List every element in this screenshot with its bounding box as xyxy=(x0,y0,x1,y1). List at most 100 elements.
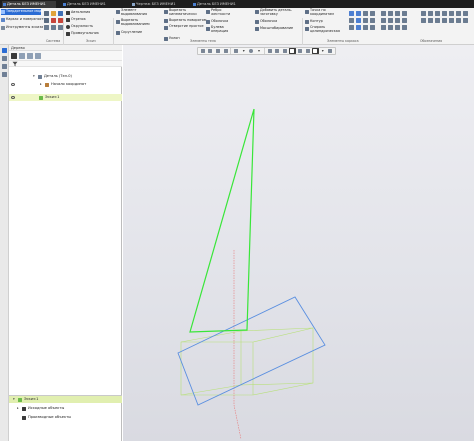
tool-icon[interactable] xyxy=(462,10,468,16)
tool-icon[interactable] xyxy=(420,10,426,16)
3d-viewport[interactable]: ▾ ▾ ▾ xyxy=(123,45,474,441)
surfaces-button[interactable]: Каркас и поверхности xyxy=(1,17,46,22)
tool-icon[interactable] xyxy=(441,10,447,16)
library-icon[interactable] xyxy=(2,72,7,77)
document-tab-3[interactable]: Чертеж БЕЗ ИМЕНИ1 xyxy=(131,1,186,8)
expand-arrow-icon[interactable]: ▾ xyxy=(13,396,15,403)
source-objects-item[interactable]: ▸ Исходные объекты xyxy=(9,405,122,412)
curve-icon[interactable] xyxy=(369,10,375,16)
cut-sweep-button[interactable]: Вырезать кинематически xyxy=(164,8,204,17)
polyline-icon[interactable] xyxy=(369,17,375,23)
rib-button[interactable]: Ребро жесткости xyxy=(206,8,240,17)
tool-icon[interactable] xyxy=(420,17,426,23)
point-icon[interactable] xyxy=(348,17,354,23)
rectangle-button[interactable]: Прямоугольник xyxy=(66,31,99,36)
expand-arrow-icon[interactable]: ▾ xyxy=(33,73,35,80)
tool-icon[interactable] xyxy=(427,10,433,16)
eye-icon[interactable] xyxy=(11,83,15,86)
shell-2-button[interactable]: Оболочка xyxy=(255,19,277,24)
layers-icon[interactable] xyxy=(2,56,7,61)
line-icon[interactable] xyxy=(362,10,368,16)
save-icon[interactable] xyxy=(57,10,63,16)
arc-icon[interactable] xyxy=(348,24,354,30)
contour-button[interactable]: Контур xyxy=(305,19,323,24)
derived-objects-item[interactable]: Производные объекты xyxy=(9,414,122,421)
print-icon[interactable] xyxy=(43,17,49,23)
tool-icon[interactable] xyxy=(448,17,454,23)
selected-object-header[interactable]: ▾ Эскиз:1 xyxy=(9,396,122,403)
eye-icon[interactable] xyxy=(11,96,15,99)
shell-button[interactable]: Оболочка xyxy=(206,19,228,24)
tool-icon[interactable] xyxy=(441,17,447,23)
extrude-button[interactable]: Элемент выдавливания xyxy=(116,8,160,17)
center-mark-icon[interactable] xyxy=(401,24,407,30)
dimension-icon[interactable] xyxy=(380,10,386,16)
tool-icon[interactable] xyxy=(448,10,454,16)
cut-revolve-button[interactable]: Вырезать поворотом xyxy=(164,18,206,23)
filter-icon[interactable] xyxy=(12,61,18,67)
thread-icon[interactable] xyxy=(387,24,393,30)
paste-icon[interactable] xyxy=(57,24,63,30)
tree-item-origin[interactable]: ▸ Начало координат xyxy=(9,81,122,88)
cut-icon[interactable] xyxy=(43,24,49,30)
plane-xy xyxy=(177,296,326,406)
text-icon[interactable] xyxy=(380,24,386,30)
cut-extrude-button[interactable]: Вырезать выдавливанием xyxy=(116,18,160,27)
plane-icon[interactable] xyxy=(355,10,361,16)
drawing-doc-icon xyxy=(132,3,135,6)
display-icon[interactable] xyxy=(35,53,41,59)
add-blank-button[interactable]: Добавить деталь-заготовку xyxy=(255,8,299,17)
intersection-icon[interactable] xyxy=(369,24,375,30)
cs-icon[interactable] xyxy=(355,17,361,23)
document-tab-1[interactable]: Деталь БЕЗ ИМЕНИ1 xyxy=(2,1,56,8)
draft-button[interactable]: Уклон xyxy=(164,36,180,41)
properties-icon[interactable] xyxy=(2,64,7,69)
fillet-button[interactable]: Скругление xyxy=(116,30,142,35)
base-icon[interactable] xyxy=(394,17,400,23)
autoline-button[interactable]: Автолиния xyxy=(66,10,90,15)
spline-icon[interactable] xyxy=(362,17,368,23)
tree-view-icon[interactable] xyxy=(11,53,17,59)
collapse-arrow-icon[interactable]: ▸ xyxy=(40,81,42,88)
projection-icon[interactable] xyxy=(362,24,368,30)
tool-icon[interactable] xyxy=(455,10,461,16)
new-doc-icon[interactable] xyxy=(43,10,49,16)
tool-icon[interactable] xyxy=(462,17,468,23)
document-tab-4[interactable]: Деталь БЕЗ ИМЕНИ1 xyxy=(192,1,247,8)
angle-dim-icon[interactable] xyxy=(387,10,393,16)
diameter-dim-icon[interactable] xyxy=(401,10,407,16)
sketch-tools-button[interactable]: Инструменты эскиза xyxy=(1,25,43,30)
tree-panel-icon[interactable] xyxy=(2,48,7,53)
structure-icon[interactable] xyxy=(19,53,25,59)
offset-plane-icon[interactable] xyxy=(355,24,361,30)
segment-button[interactable]: Отрезок xyxy=(66,17,86,22)
boolean-button[interactable]: Булева операция xyxy=(206,25,240,34)
history-icon[interactable] xyxy=(27,53,33,59)
tool-icon[interactable] xyxy=(434,17,440,23)
point-by-coords-button[interactable]: Точка по координатам xyxy=(305,8,345,17)
tool-icon[interactable] xyxy=(455,17,461,23)
hole-button[interactable]: Отверстие простое xyxy=(164,24,204,33)
collapse-arrow-icon[interactable]: ▸ xyxy=(17,405,19,412)
redo-icon[interactable] xyxy=(57,17,63,23)
tool-icon[interactable] xyxy=(434,10,440,16)
axis-icon[interactable] xyxy=(348,10,354,16)
roughness-icon[interactable] xyxy=(380,17,386,23)
tree-item-sketch[interactable]: Эскиз:1 xyxy=(9,94,122,101)
extra-icon-group xyxy=(420,10,468,23)
leader-icon[interactable] xyxy=(387,17,393,23)
circle-button[interactable]: Окружность xyxy=(66,24,93,29)
document-tab-2[interactable]: Деталь БЕЗ ИМЕНИ1 xyxy=(62,1,117,8)
tree-item-part[interactable]: ▾ Деталь (Тел-0) xyxy=(9,73,122,80)
open-folder-icon[interactable] xyxy=(50,10,56,16)
scale-button[interactable]: Масштабирование xyxy=(255,26,293,31)
undo-icon[interactable] xyxy=(50,17,56,23)
radius-dim-icon[interactable] xyxy=(394,10,400,16)
tool-icon[interactable] xyxy=(427,17,433,23)
spiral-button[interactable]: Спираль цилиндрическая xyxy=(305,25,345,34)
copy-icon[interactable] xyxy=(50,24,56,30)
tolerance-icon[interactable] xyxy=(401,17,407,23)
contour-icon xyxy=(305,19,309,24)
solid-modeling-button[interactable]: Твердотельное моделирование xyxy=(1,9,63,15)
mark-icon[interactable] xyxy=(394,24,400,30)
